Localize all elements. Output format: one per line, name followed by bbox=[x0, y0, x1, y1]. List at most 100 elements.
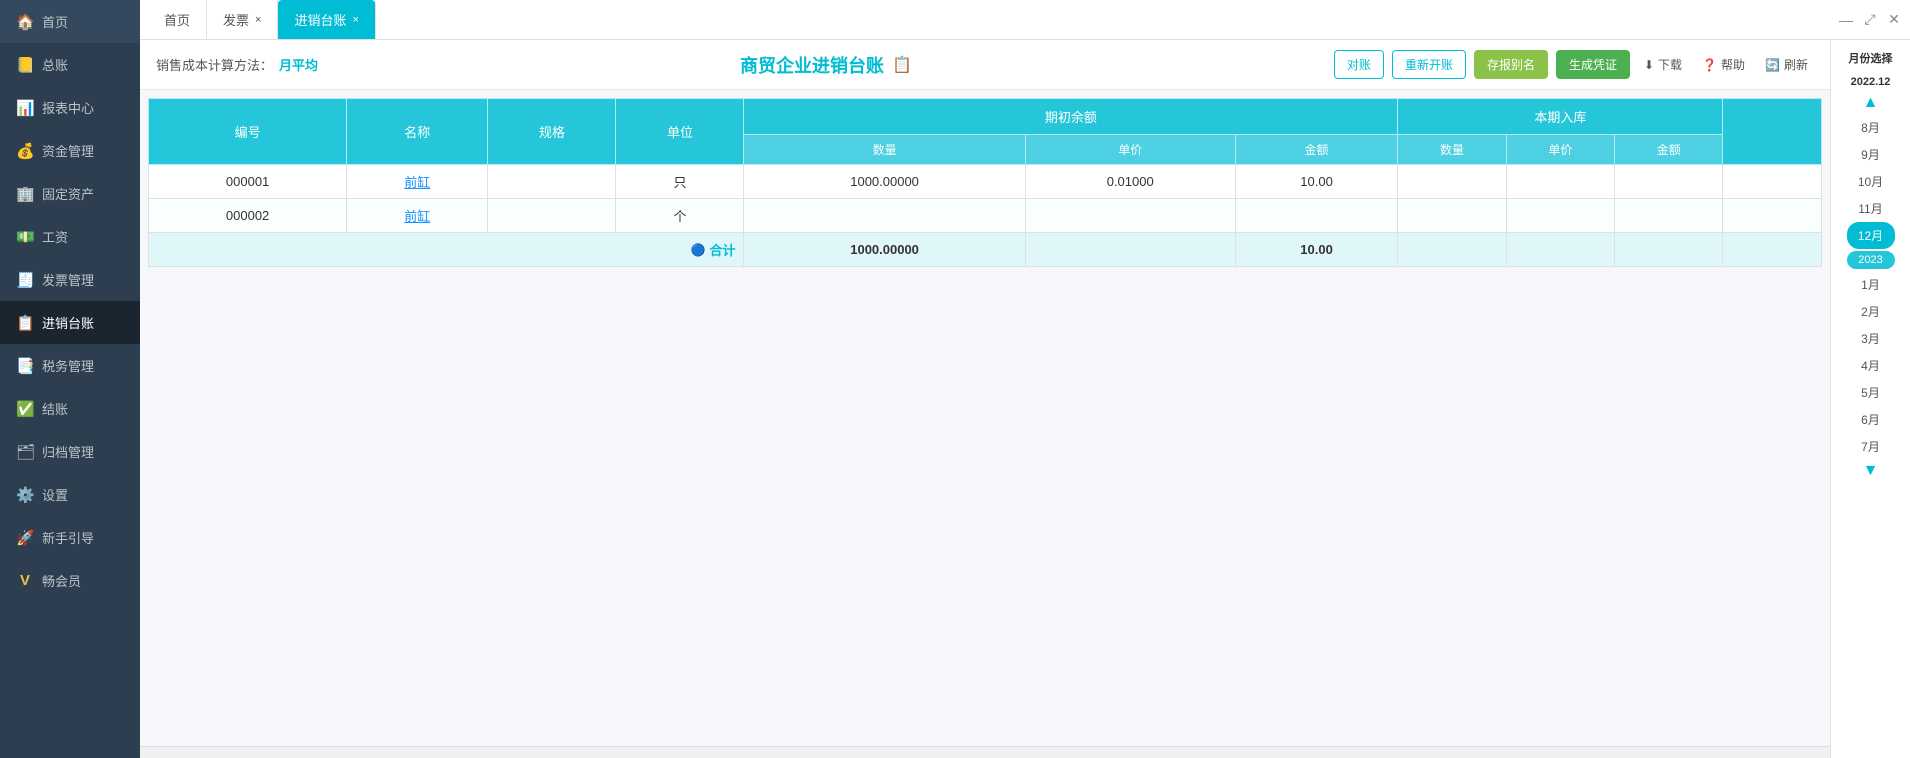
data-table: 编号 名称 规格 单位 期初余额 本期入库 数量 单价 金额 数量 bbox=[148, 98, 1822, 267]
checkout-icon: ✅ bbox=[16, 400, 34, 418]
month-item-7[interactable]: 7月 bbox=[1831, 433, 1910, 460]
sidebar-item-checkout[interactable]: ✅ 结账 bbox=[0, 387, 140, 430]
topbar: 销售成本计算方法： 月平均 商贸企业进销台账 📋 对账 重新开账 存报别名 生成… bbox=[140, 40, 1830, 90]
total-label-cell: 🔵 合计 bbox=[149, 233, 744, 267]
salary-icon: 💵 bbox=[16, 228, 34, 246]
assets-icon: 🏢 bbox=[16, 185, 34, 203]
tab-invoice-close[interactable]: × bbox=[255, 14, 261, 26]
ledger-icon: 📒 bbox=[16, 56, 34, 74]
month-item-11[interactable]: 11月 bbox=[1831, 195, 1910, 222]
invoice-mgmt-icon: 🧾 bbox=[16, 271, 34, 289]
month-item-5[interactable]: 5月 bbox=[1831, 379, 1910, 406]
close-button[interactable]: ✕ bbox=[1886, 12, 1902, 28]
tab-purchase-sales-close[interactable]: × bbox=[352, 14, 358, 26]
cell-unit: 只 bbox=[616, 165, 744, 199]
month-item-12[interactable]: 12月 bbox=[1847, 222, 1895, 249]
page-title-icon: 📋 bbox=[892, 55, 912, 75]
toolbar: 对账 重新开账 存报别名 生成凭证 ⬇ 下载 ❓ 帮助 🔄 刷新 bbox=[1334, 50, 1814, 79]
month-panel: 月份选择 2022.12 ▲ 8月 9月 10月 11月 12月 2023 1月… bbox=[1830, 40, 1910, 758]
cell-name: 前缸 bbox=[347, 199, 488, 233]
home-icon: 🏠 bbox=[16, 13, 34, 31]
cell-spec bbox=[488, 165, 616, 199]
sidebar-item-home[interactable]: 🏠 首页 bbox=[0, 0, 140, 43]
refresh-button[interactable]: 🔄 刷新 bbox=[1759, 52, 1814, 77]
sidebar-item-guide[interactable]: 🚀 新手引导 bbox=[0, 516, 140, 559]
cell-init-amount bbox=[1235, 199, 1398, 233]
archive-icon: 🗂 bbox=[16, 443, 34, 461]
sidebar-label-invoice-mgmt: 发票管理 bbox=[42, 270, 94, 289]
col-code-header: 编号 bbox=[149, 99, 347, 165]
sidebar-label-assets: 固定资产 bbox=[42, 184, 94, 203]
page-title-area: 商贸企业进销台账 📋 bbox=[318, 52, 1334, 78]
month-item-1[interactable]: 1月 bbox=[1831, 271, 1910, 298]
col-init-amount-header: 金额 bbox=[1235, 135, 1398, 165]
save-as-button[interactable]: 存报别名 bbox=[1474, 50, 1548, 79]
sidebar: 🏠 首页 📒 总账 📊 报表中心 💰 资金管理 🏢 固定资产 💵 工资 🧾 发票… bbox=[0, 0, 140, 758]
month-item-8[interactable]: 8月 bbox=[1831, 114, 1910, 141]
sidebar-label-tax: 税务管理 bbox=[42, 356, 94, 375]
month-up-arrow[interactable]: ▲ bbox=[1863, 92, 1879, 114]
col-in-qty-header: 数量 bbox=[1398, 135, 1506, 165]
download-button[interactable]: ⬇ 下载 bbox=[1638, 52, 1688, 77]
sidebar-item-funds[interactable]: 💰 资金管理 bbox=[0, 129, 140, 172]
generate-button[interactable]: 生成凭证 bbox=[1556, 50, 1630, 79]
sidebar-label-home: 首页 bbox=[42, 12, 68, 31]
sidebar-item-tax[interactable]: 📑 税务管理 bbox=[0, 344, 140, 387]
col-extra-header bbox=[1723, 99, 1822, 165]
total-row: 🔵 合计 1000.00000 10.00 bbox=[149, 233, 1822, 267]
tab-home[interactable]: 首页 bbox=[148, 0, 207, 39]
horizontal-scrollbar[interactable] bbox=[140, 746, 1830, 758]
page-title: 商贸企业进销台账 bbox=[740, 52, 884, 78]
col-in-header: 本期入库 bbox=[1398, 99, 1723, 135]
cell-spec bbox=[488, 199, 616, 233]
tab-purchase-sales[interactable]: 进销台账 × bbox=[278, 0, 375, 39]
month-year-current: 2022.12 bbox=[1831, 72, 1910, 92]
tab-invoice[interactable]: 发票 × bbox=[207, 0, 278, 39]
cell-init-price bbox=[1025, 199, 1235, 233]
cell-in-price bbox=[1506, 165, 1614, 199]
month-item-2[interactable]: 2月 bbox=[1831, 298, 1910, 325]
month-item-4[interactable]: 4月 bbox=[1831, 352, 1910, 379]
cost-method-value: 月平均 bbox=[279, 55, 318, 74]
month-item-6[interactable]: 6月 bbox=[1831, 406, 1910, 433]
sidebar-item-purchase-sales[interactable]: 📋 进销台账 bbox=[0, 301, 140, 344]
cell-extra bbox=[1723, 199, 1822, 233]
page-area: 销售成本计算方法： 月平均 商贸企业进销台账 📋 对账 重新开账 存报别名 生成… bbox=[140, 40, 1830, 758]
reconcile-button[interactable]: 对账 bbox=[1334, 50, 1384, 79]
maximize-button[interactable]: ⤢ bbox=[1862, 12, 1878, 28]
col-unit-header: 单位 bbox=[616, 99, 744, 165]
sidebar-item-vip[interactable]: V 畅会员 bbox=[0, 559, 140, 602]
refresh-label: 刷新 bbox=[1784, 56, 1808, 73]
month-item-10[interactable]: 10月 bbox=[1831, 168, 1910, 195]
sidebar-item-report[interactable]: 📊 报表中心 bbox=[0, 86, 140, 129]
total-in-amount bbox=[1615, 233, 1723, 267]
total-init-amount: 10.00 bbox=[1235, 233, 1398, 267]
reopen-button[interactable]: 重新开账 bbox=[1392, 50, 1466, 79]
month-item-3[interactable]: 3月 bbox=[1831, 325, 1910, 352]
purchase-sales-icon: 📋 bbox=[16, 314, 34, 332]
report-icon: 📊 bbox=[16, 99, 34, 117]
total-icon: 🔵 bbox=[691, 243, 706, 257]
month-year-next: 2023 bbox=[1847, 251, 1895, 269]
sidebar-item-archive[interactable]: 🗂 归档管理 bbox=[0, 430, 140, 473]
month-item-9[interactable]: 9月 bbox=[1831, 141, 1910, 168]
download-icon: ⬇ bbox=[1644, 58, 1654, 72]
cost-method-label: 销售成本计算方法： bbox=[156, 55, 273, 74]
sidebar-label-funds: 资金管理 bbox=[42, 141, 94, 160]
sidebar-item-assets[interactable]: 🏢 固定资产 bbox=[0, 172, 140, 215]
download-label: 下载 bbox=[1658, 56, 1682, 73]
sidebar-item-settings[interactable]: ⚙️ 设置 bbox=[0, 473, 140, 516]
sidebar-item-invoice-mgmt[interactable]: 🧾 发票管理 bbox=[0, 258, 140, 301]
minimize-button[interactable]: — bbox=[1838, 12, 1854, 28]
funds-icon: 💰 bbox=[16, 142, 34, 160]
sidebar-item-ledger[interactable]: 📒 总账 bbox=[0, 43, 140, 86]
tab-home-label: 首页 bbox=[164, 10, 190, 29]
sidebar-label-salary: 工资 bbox=[42, 227, 68, 246]
sidebar-item-salary[interactable]: 💵 工资 bbox=[0, 215, 140, 258]
month-down-arrow[interactable]: ▼ bbox=[1863, 460, 1879, 482]
help-button[interactable]: ❓ 帮助 bbox=[1696, 52, 1751, 77]
cell-name: 前缸 bbox=[347, 165, 488, 199]
tab-invoice-label: 发票 bbox=[223, 10, 249, 29]
cost-method: 销售成本计算方法： 月平均 bbox=[156, 55, 318, 74]
total-in-price bbox=[1506, 233, 1614, 267]
